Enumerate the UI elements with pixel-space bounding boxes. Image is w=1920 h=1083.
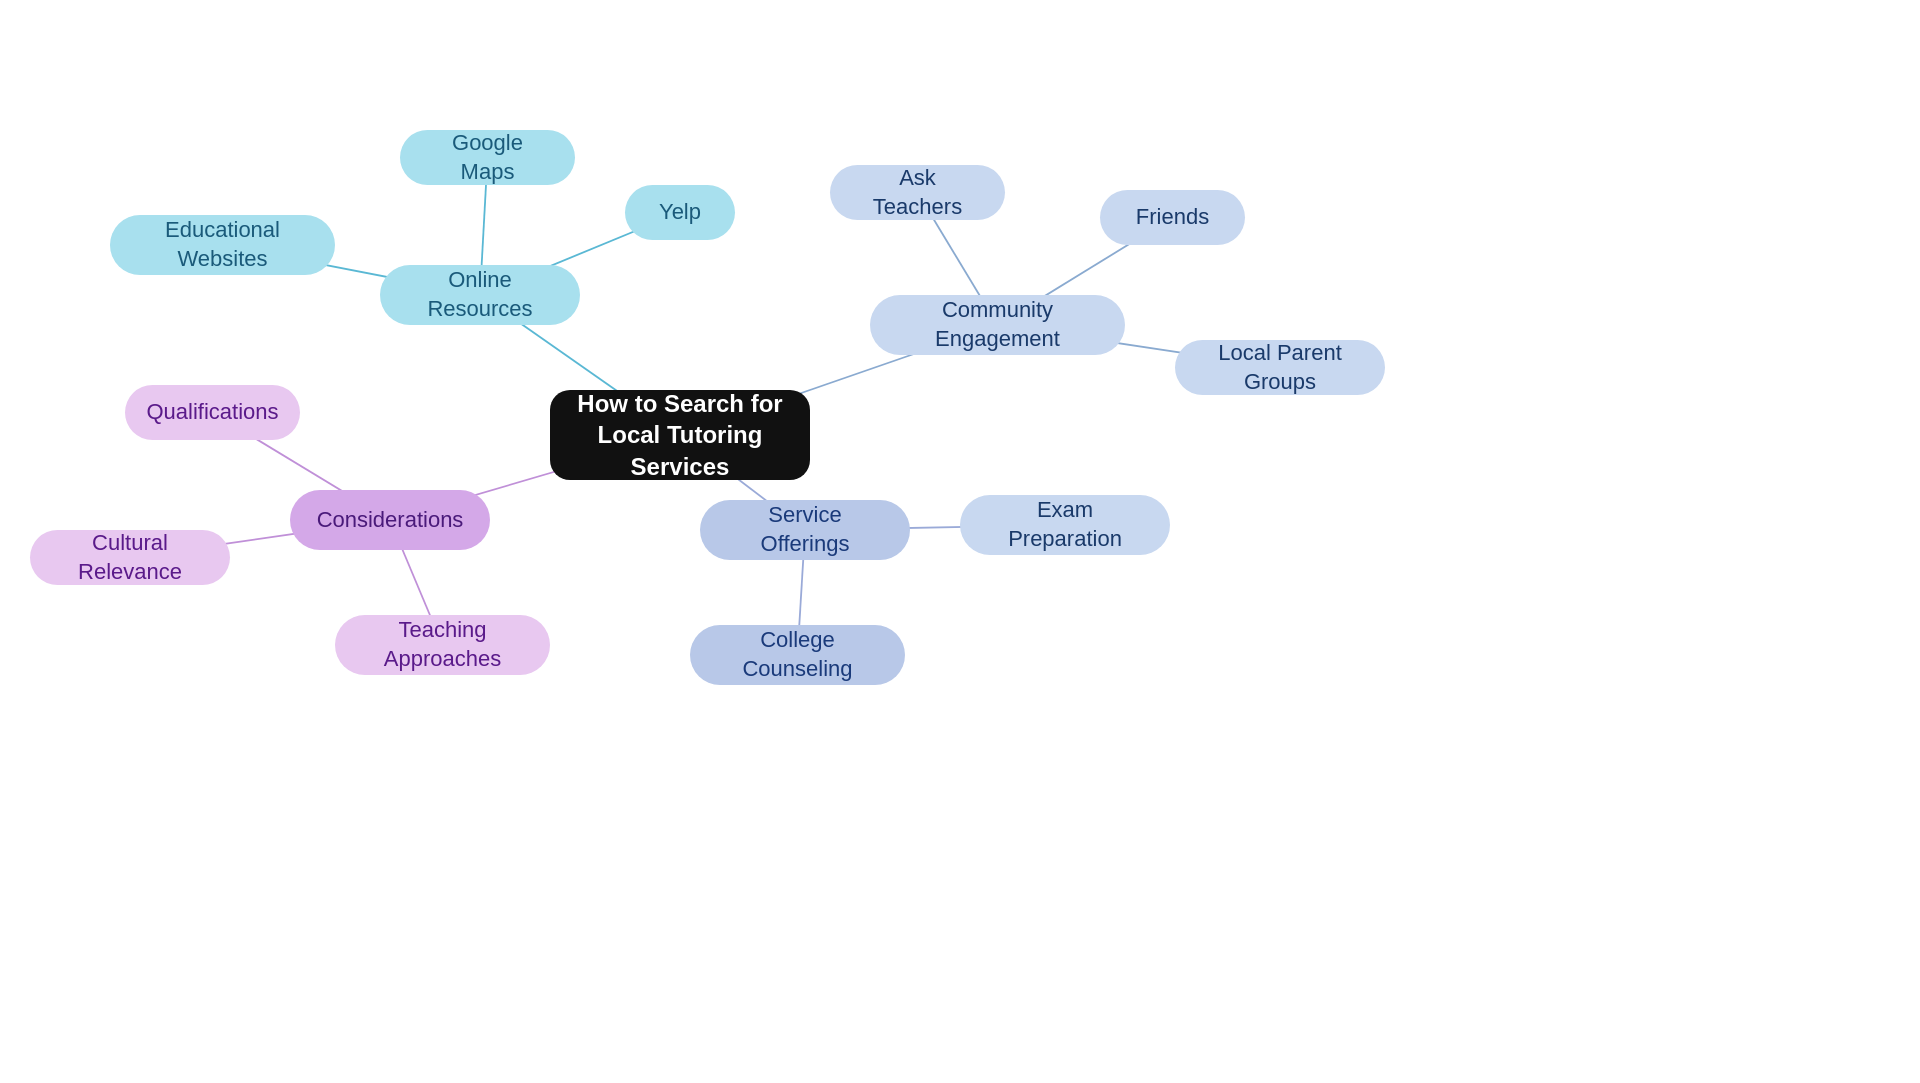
community-engagement-label: Community Engagement: [894, 296, 1101, 353]
online-resources-label: Online Resources: [404, 266, 556, 323]
considerations-label: Considerations: [317, 506, 464, 535]
college-counseling-label: College Counseling: [714, 626, 881, 683]
service-offerings-node: Service Offerings: [700, 500, 910, 560]
friends-label: Friends: [1136, 203, 1209, 232]
ask-teachers-node: Ask Teachers: [830, 165, 1005, 220]
educational-websites-label: Educational Websites: [134, 216, 311, 273]
college-counseling-node: College Counseling: [690, 625, 905, 685]
educational-websites-node: Educational Websites: [110, 215, 335, 275]
exam-preparation-label: Exam Preparation: [984, 496, 1146, 553]
local-parent-groups-label: Local Parent Groups: [1199, 339, 1361, 396]
friends-node: Friends: [1100, 190, 1245, 245]
considerations-node: Considerations: [290, 490, 490, 550]
yelp-label: Yelp: [659, 198, 701, 227]
center-label: How to Search for Local Tutoring Service…: [574, 388, 786, 482]
local-parent-groups-node: Local Parent Groups: [1175, 340, 1385, 395]
online-resources-node: Online Resources: [380, 265, 580, 325]
cultural-relevance-node: Cultural Relevance: [30, 530, 230, 585]
qualifications-node: Qualifications: [125, 385, 300, 440]
teaching-approaches-label: Teaching Approaches: [359, 616, 526, 673]
yelp-node: Yelp: [625, 185, 735, 240]
teaching-approaches-node: Teaching Approaches: [335, 615, 550, 675]
exam-preparation-node: Exam Preparation: [960, 495, 1170, 555]
ask-teachers-label: Ask Teachers: [854, 164, 981, 221]
community-engagement-node: Community Engagement: [870, 295, 1125, 355]
google-maps-label: Google Maps: [424, 129, 551, 186]
google-maps-node: Google Maps: [400, 130, 575, 185]
service-offerings-label: Service Offerings: [724, 501, 886, 558]
center-node: How to Search for Local Tutoring Service…: [550, 390, 810, 480]
qualifications-label: Qualifications: [146, 398, 278, 427]
cultural-relevance-label: Cultural Relevance: [54, 529, 206, 586]
